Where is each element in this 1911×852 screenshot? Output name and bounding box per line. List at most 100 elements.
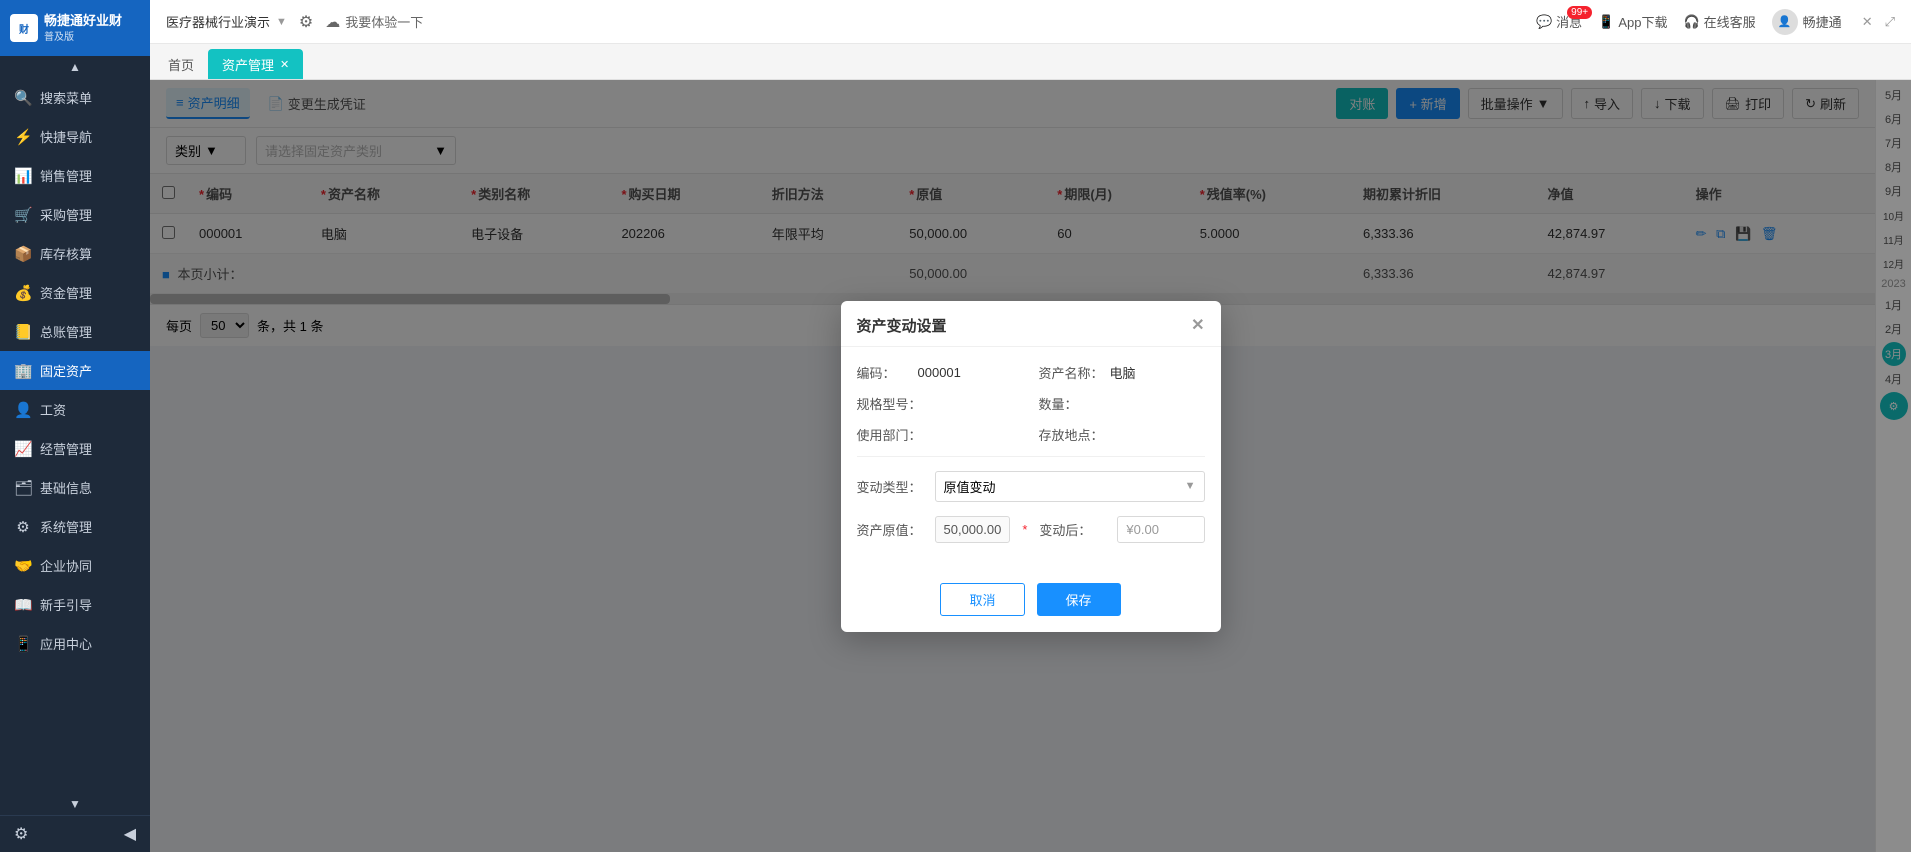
sidebar-item-label: 资金管理 — [40, 283, 92, 302]
company-name: 医疗器械行业演示 — [166, 12, 270, 31]
tab-asset[interactable]: 资产管理 ✕ — [208, 49, 303, 79]
sidebar-item-apps[interactable]: 📱 应用中心 — [0, 624, 150, 663]
experience-text: 我要体验一下 — [345, 12, 423, 31]
original-value: 50,000.00 — [944, 522, 1002, 537]
settings-bottom-icon[interactable]: ⚙ — [14, 824, 28, 844]
topbar: 医疗器械行业演示 ▼ ⚙ ☁ 我要体验一下 💬 消息 99+ 📱 App下载 🎧… — [150, 0, 1911, 44]
user-name: 畅捷通 — [1803, 12, 1842, 31]
sidebar-item-label: 采购管理 — [40, 205, 92, 224]
sidebar-item-salary[interactable]: 👤 工资 — [0, 390, 150, 429]
sidebar-item-capital[interactable]: 💰 资金管理 — [0, 273, 150, 312]
cart-icon: 🛒 — [14, 206, 32, 224]
sidebar-item-label: 应用中心 — [40, 634, 92, 653]
company-selector[interactable]: 医疗器械行业演示 ▼ — [166, 12, 287, 31]
sidebar-item-quicknav[interactable]: ⚡ 快捷导航 — [0, 117, 150, 156]
tab-home[interactable]: 首页 — [154, 49, 208, 79]
dialog-divider — [857, 456, 1205, 457]
app-download-label: App下载 — [1618, 12, 1667, 31]
dialog-header: 资产变动设置 ✕ — [841, 301, 1221, 347]
sidebar-item-operation[interactable]: 📈 经营管理 — [0, 429, 150, 468]
sidebar-scroll-down[interactable]: ▼ — [0, 793, 150, 815]
sidebar-item-label: 系统管理 — [40, 517, 92, 536]
sidebar-item-label: 总账管理 — [40, 322, 92, 341]
sidebar-item-search[interactable]: 🔍 搜索菜单 — [0, 78, 150, 117]
company-chevron-icon: ▼ — [276, 16, 287, 28]
sidebar-item-purchase[interactable]: 🛒 采购管理 — [0, 195, 150, 234]
sidebar: 财 畅捷通好业财 普及版 ▲ 🔍 搜索菜单 ⚡ 快捷导航 📊 销售管理 🛒 采购… — [0, 0, 150, 852]
dialog-close-button[interactable]: ✕ — [1191, 315, 1204, 335]
sidebar-item-ledger[interactable]: 📒 总账管理 — [0, 312, 150, 351]
dialog-info-row-3: 使用部门： 存放地点： — [857, 425, 1205, 444]
value-row: 资产原值： 50,000.00 * 变动后： ¥0.00 — [857, 516, 1205, 543]
message-btn[interactable]: 💬 消息 99+ — [1536, 12, 1582, 31]
dialog-body: 编码： 000001 资产名称： 电脑 规格型号： — [841, 347, 1221, 573]
sidebar-item-label: 搜索菜单 — [40, 88, 92, 107]
search-icon: 🔍 — [14, 89, 32, 107]
topbar-settings-icon[interactable]: ⚙ — [299, 12, 313, 32]
sidebar-bottom: ⚙ ◀ — [0, 815, 150, 852]
dialog-title: 资产变动设置 — [857, 315, 947, 336]
sidebar-item-label: 工资 — [40, 400, 66, 419]
sidebar-item-sales[interactable]: 📊 销售管理 — [0, 156, 150, 195]
flash-icon: ⚡ — [14, 128, 32, 146]
dialog-dept-field: 使用部门： — [857, 425, 1023, 444]
main-area: 医疗器械行业演示 ▼ ⚙ ☁ 我要体验一下 💬 消息 99+ 📱 App下载 🎧… — [150, 0, 1911, 852]
original-value-display: 50,000.00 — [935, 516, 1011, 543]
cancel-button[interactable]: 取消 — [940, 583, 1024, 616]
dialog-asset-name-field: 资产名称： 电脑 — [1039, 363, 1205, 382]
dialog-quantity-field: 数量： — [1039, 394, 1205, 413]
sidebar-item-label: 经营管理 — [40, 439, 92, 458]
sidebar-item-inventory[interactable]: 📦 库存核算 — [0, 234, 150, 273]
folder-icon: 🗂 — [14, 479, 32, 497]
change-type-select[interactable]: 原值变动 ▼ — [935, 471, 1205, 502]
dialog-code-field: 编码： 000001 — [857, 363, 1023, 382]
download-icon: 📱 — [1598, 14, 1614, 30]
change-type-row: 变动类型： 原值变动 ▼ — [857, 471, 1205, 502]
sidebar-item-label: 销售管理 — [40, 166, 92, 185]
app-download-btn[interactable]: 📱 App下载 — [1598, 12, 1667, 31]
required-star: * — [1022, 522, 1027, 537]
after-value-input[interactable]: ¥0.00 — [1117, 516, 1204, 543]
handshake-icon: 🤝 — [14, 557, 32, 575]
app-name: 畅捷通好业财 — [44, 13, 122, 29]
dialog-info-row-1: 编码： 000001 资产名称： 电脑 — [857, 363, 1205, 382]
sidebar-nav: 🔍 搜索菜单 ⚡ 快捷导航 📊 销售管理 🛒 采购管理 📦 库存核算 💰 资金管… — [0, 78, 150, 793]
logo-icon: 财 — [10, 14, 38, 42]
spec-label: 规格型号： — [857, 394, 922, 413]
chart-icon: 📊 — [14, 167, 32, 185]
headset-icon: 🎧 — [1683, 14, 1699, 30]
online-service-label: 在线客服 — [1704, 12, 1756, 31]
dialog-location-field: 存放地点： — [1039, 425, 1205, 444]
asset-name-value: 电脑 — [1110, 363, 1136, 382]
sidebar-item-system[interactable]: ⚙ 系统管理 — [0, 507, 150, 546]
experience-btn[interactable]: ☁ 我要体验一下 — [325, 12, 423, 31]
tab-close-icon[interactable]: ✕ — [280, 58, 289, 71]
box-icon: 📦 — [14, 245, 32, 263]
dialog-footer: 取消 保存 — [841, 573, 1221, 632]
online-service-btn[interactable]: 🎧 在线客服 — [1683, 12, 1755, 31]
sidebar-item-label: 企业协同 — [40, 556, 92, 575]
window-close-icon[interactable]: ✕ — [1862, 14, 1873, 30]
location-label: 存放地点： — [1039, 425, 1104, 444]
dialog-spec-field: 规格型号： — [857, 394, 1023, 413]
sidebar-item-guide[interactable]: 📖 新手引导 — [0, 585, 150, 624]
sidebar-item-label: 基础信息 — [40, 478, 92, 497]
cloud-icon: ☁ — [325, 13, 340, 31]
app-logo: 财 畅捷通好业财 普及版 — [0, 0, 150, 56]
sidebar-item-label: 库存核算 — [40, 244, 92, 263]
code-label: 编码： — [857, 363, 912, 382]
user-menu[interactable]: 👤 畅捷通 — [1772, 9, 1842, 35]
sidebar-item-label: 新手引导 — [40, 595, 92, 614]
save-button[interactable]: 保存 — [1037, 583, 1121, 616]
sidebar-item-base[interactable]: 🗂 基础信息 — [0, 468, 150, 507]
sidebar-scroll-up[interactable]: ▲ — [0, 56, 150, 78]
sidebar-item-collab[interactable]: 🤝 企业协同 — [0, 546, 150, 585]
asset-name-label: 资产名称： — [1039, 363, 1104, 382]
guide-icon: 📖 — [14, 596, 32, 614]
message-icon: 💬 — [1536, 14, 1552, 30]
tab-home-label: 首页 — [168, 55, 194, 74]
sidebar-item-fixedasset[interactable]: 🏢 固定资产 — [0, 351, 150, 390]
window-expand-icon[interactable]: ⤢ — [1885, 14, 1895, 30]
quantity-label: 数量： — [1039, 394, 1094, 413]
collapse-icon[interactable]: ◀ — [124, 824, 136, 844]
